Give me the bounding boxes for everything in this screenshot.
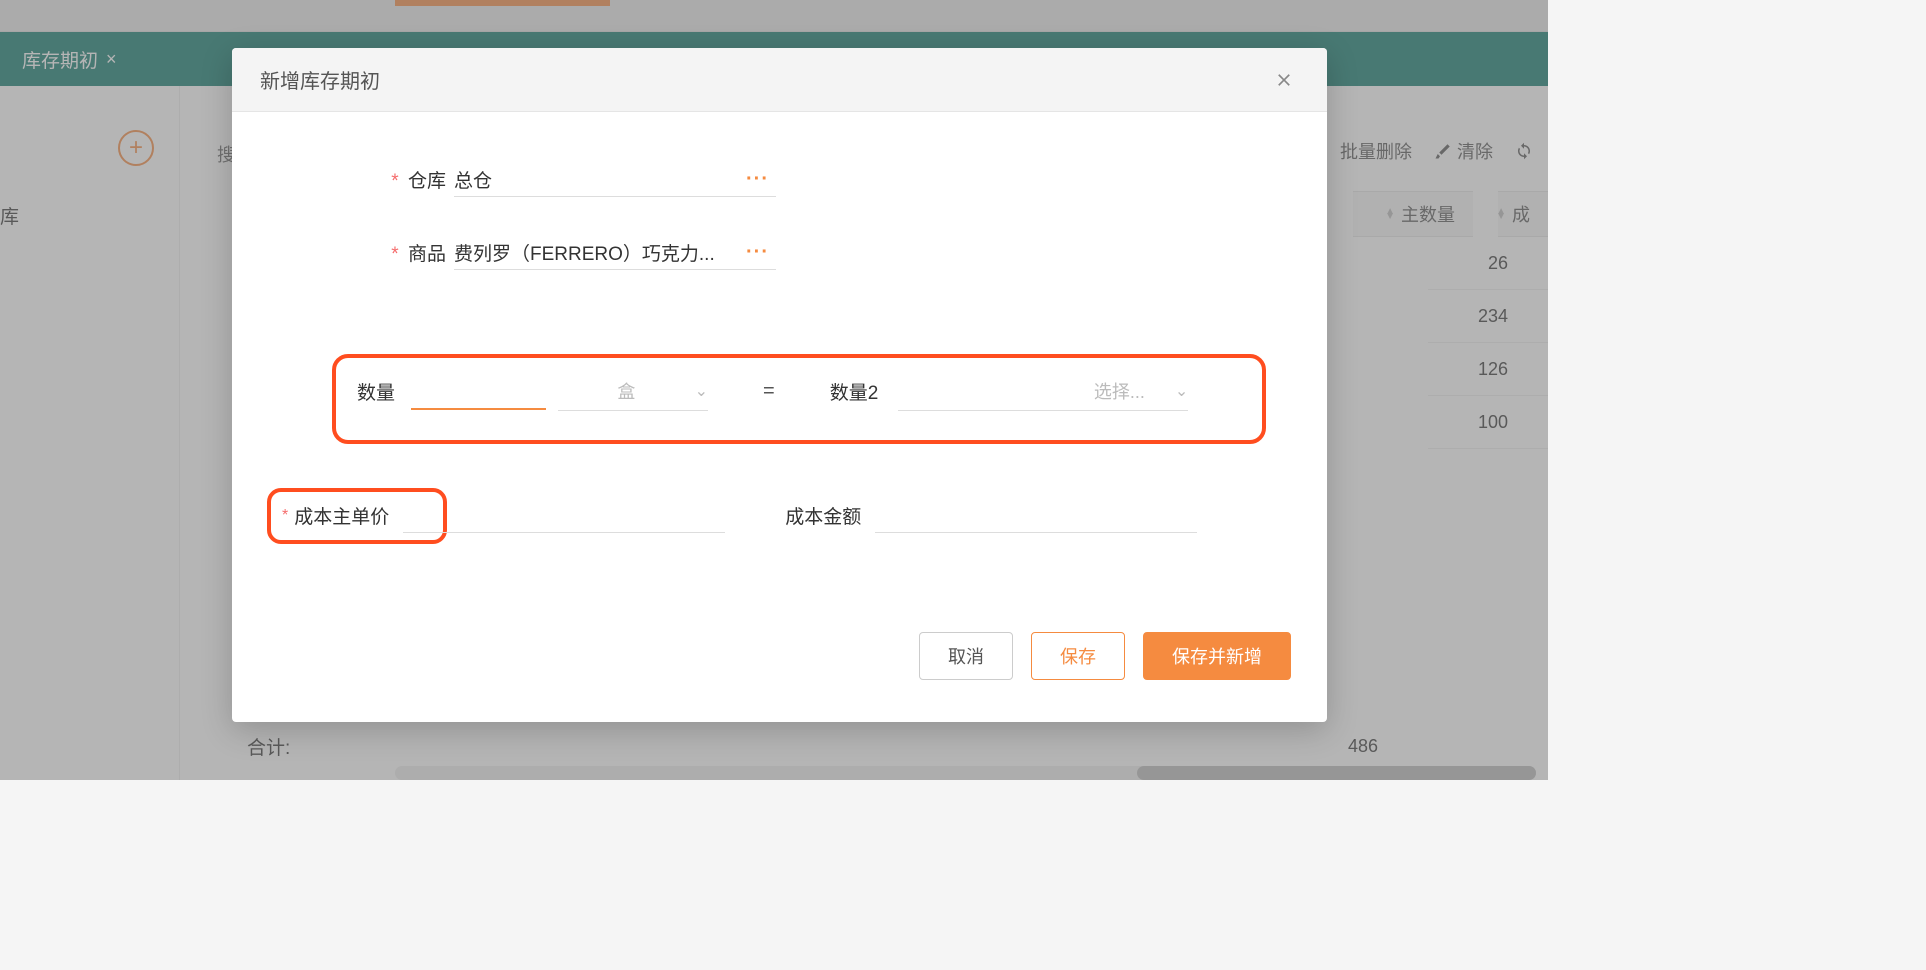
save-button-label: 保存 — [1060, 643, 1096, 669]
chevron-down-icon: ⌄ — [695, 381, 708, 401]
qty-label: 数量 — [357, 378, 395, 405]
modal-title: 新增库存期初 — [260, 65, 380, 94]
product-input[interactable] — [454, 235, 776, 270]
product-label: * 商品 — [276, 239, 454, 266]
warehouse-label-text: 仓库 — [408, 171, 446, 192]
modal-header: 新增库存期初 — [232, 48, 1327, 112]
cost-unit-price-input[interactable] — [403, 498, 725, 533]
cost-amount-label: 成本金额 — [785, 502, 861, 529]
equals-sign: = — [763, 380, 775, 403]
qty2-label: 数量2 — [830, 378, 879, 405]
unit-select-value: 盒 — [558, 378, 695, 404]
warehouse-input[interactable] — [454, 162, 776, 197]
product-row: * 商品 ··· — [276, 235, 1283, 270]
more-icon[interactable]: ··· — [746, 168, 769, 191]
save-and-new-button[interactable]: 保存并新增 — [1143, 632, 1291, 680]
warehouse-label: * 仓库 — [276, 166, 454, 193]
modal-footer: 取消 保存 保存并新增 — [232, 612, 1327, 722]
cancel-button[interactable]: 取消 — [919, 632, 1013, 680]
unit-select2-placeholder: 选择... — [898, 378, 1175, 404]
warehouse-row: * 仓库 ··· — [276, 162, 1283, 197]
unit-select-1[interactable]: 盒 ⌄ — [558, 372, 708, 411]
required-star: * — [391, 171, 398, 192]
unit-select-2[interactable]: 选择... ⌄ — [898, 372, 1188, 411]
qty-input[interactable] — [411, 374, 546, 410]
add-inventory-modal: 新增库存期初 * 仓库 ··· * 商品 ··· 数量 — [232, 48, 1327, 722]
save-button[interactable]: 保存 — [1031, 632, 1125, 680]
close-icon — [1274, 70, 1294, 90]
cost-unit-price-label: 成本主单价 — [294, 502, 389, 529]
cost-amount-input[interactable] — [875, 498, 1197, 533]
modal-close-button[interactable] — [1269, 65, 1299, 95]
chevron-down-icon: ⌄ — [1175, 381, 1188, 401]
required-star: * — [391, 244, 398, 265]
cancel-button-label: 取消 — [948, 643, 984, 669]
more-icon[interactable]: ··· — [746, 241, 769, 264]
save-and-new-button-label: 保存并新增 — [1172, 643, 1262, 669]
required-star: * — [282, 507, 288, 525]
product-label-text: 商品 — [408, 244, 446, 265]
